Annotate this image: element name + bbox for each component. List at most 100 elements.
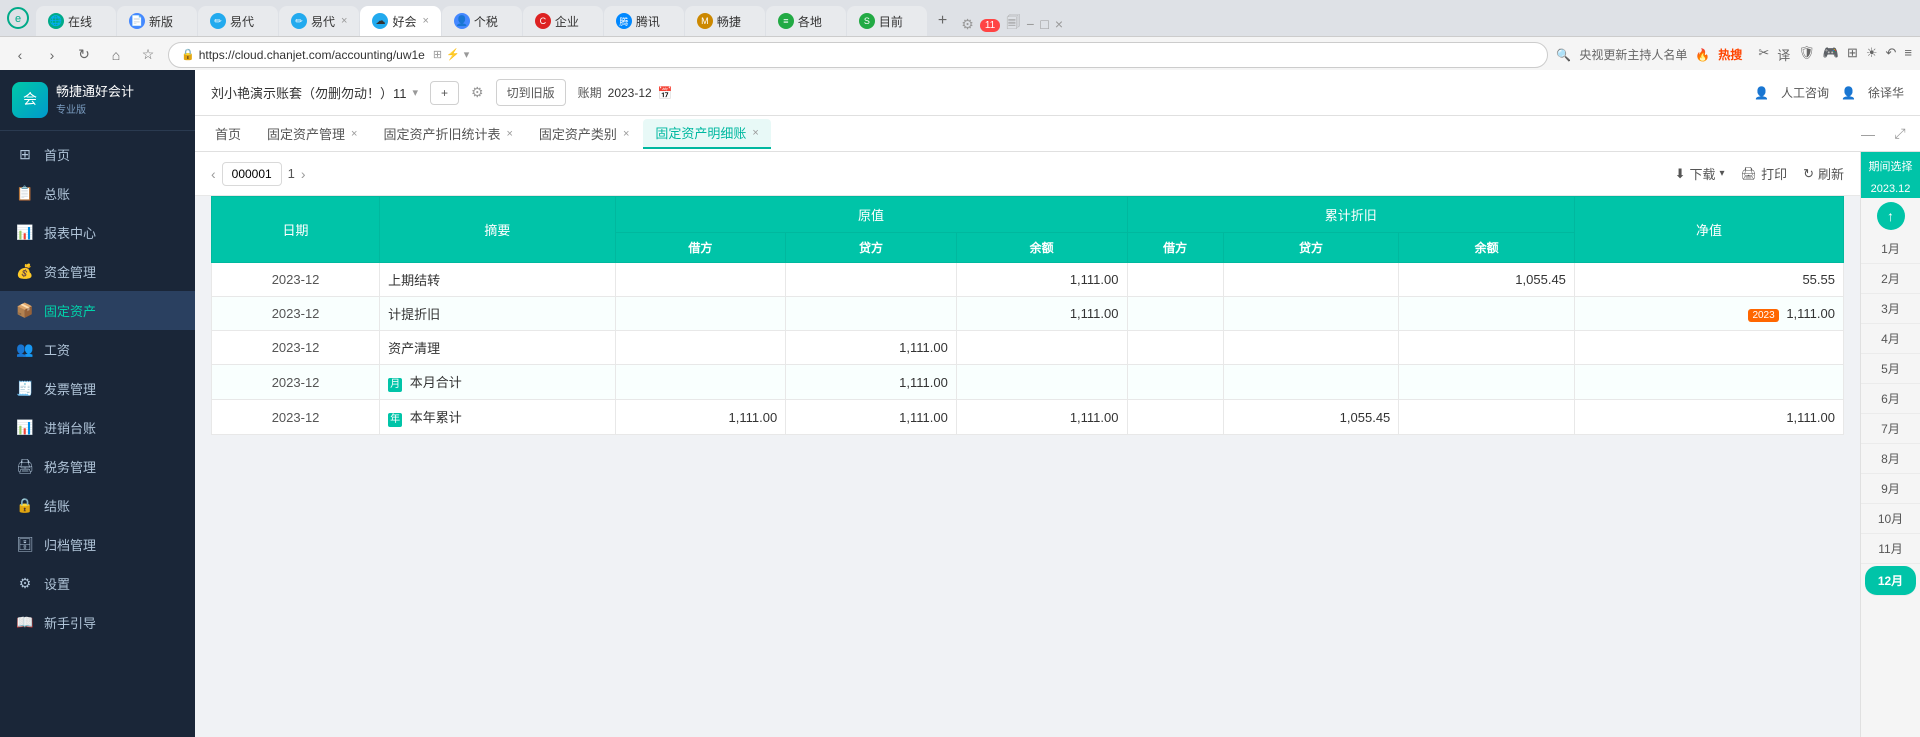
page-tab-close-category[interactable]: × [623,128,629,140]
dropdown-icon[interactable]: ▾ [464,48,470,61]
close-window-icon[interactable]: × [1055,16,1063,32]
sidebar-label-home: 首页 [44,145,70,164]
period-item-jul[interactable]: 7月 [1861,414,1920,444]
sidebar-item-general-ledger[interactable]: 📋 总账 [0,174,195,213]
tab-mubiao[interactable]: S 目前 [847,6,927,36]
game-icon[interactable]: 🎮 [1823,45,1839,64]
sidebar-item-guide[interactable]: 📖 新手引导 [0,603,195,642]
cell-accum-debit-2 [1127,331,1223,365]
forward-button[interactable]: › [40,43,64,67]
tab-label-gedi: 各地 [798,13,822,30]
period-up-button[interactable]: ↑ [1877,202,1905,230]
history-icon[interactable]: ↶ [1886,45,1897,64]
sidebar-item-closing[interactable]: 🔒 结账 [0,486,195,525]
sidebar-item-fund-mgmt[interactable]: 💰 资金管理 [0,252,195,291]
print-button[interactable]: 🖨 打印 [1741,164,1788,183]
help-icon[interactable]: 👤 [1754,86,1769,100]
tab-settings-icon[interactable]: ⚙ [961,16,974,33]
dropdown-company-icon[interactable]: ▾ [413,86,419,99]
tab-tencent[interactable]: 腾 腾讯 [604,6,684,36]
page-tab-category[interactable]: 固定资产类别 × [527,119,641,149]
period-item-mar[interactable]: 3月 [1861,294,1920,324]
period-item-oct[interactable]: 10月 [1861,504,1920,534]
tab-icon-yidai1: ✏ [210,13,226,29]
grid-icon[interactable]: ⊞ [1847,45,1858,64]
page-tab-detail-ledger[interactable]: 固定资产明细账 × [643,119,770,149]
extension-icon-2[interactable]: ⚡ [446,48,460,61]
sidebar-item-fixed-assets[interactable]: 📦 固定资产 [0,291,195,330]
page-tab-close-detail-ledger[interactable]: × [752,127,758,139]
more-icon[interactable]: ≡ [1904,45,1912,64]
next-page-button[interactable]: › [301,166,306,182]
tab-yidai1[interactable]: ✏ 易代 [198,6,278,36]
home-button[interactable]: ⌂ [104,43,128,67]
extension-icon-1[interactable]: ⊞ [433,48,442,61]
calendar-icon[interactable]: 📅 [658,86,673,100]
sidebar-item-payroll[interactable]: 👥 工资 [0,330,195,369]
minimize-panel-icon[interactable]: — [1856,122,1880,146]
period-item-dec[interactable]: 12月 [1865,566,1916,596]
sidebar-item-invoice-mgmt[interactable]: 🧾 发票管理 [0,369,195,408]
tab-haokuai[interactable]: ☁ 好会 × [360,6,440,36]
period-item-feb[interactable]: 2月 [1861,264,1920,294]
ledger-container: ‹ 1 › ⬇ 下载 ▾ 🖨 打印 [195,152,1920,737]
sidebar-item-tax-mgmt[interactable]: 🖨 税务管理 [0,447,195,486]
scissors-icon[interactable]: ✂ [1758,45,1769,64]
tab-close-haokuai[interactable]: × [422,15,428,27]
cell-orig-balance-4: 1,111.00 [956,400,1127,435]
tab-badge[interactable]: 11 [980,17,1000,31]
shield-icon[interactable]: 🛡 [1798,45,1815,64]
minimize-icon[interactable]: − [1026,16,1034,32]
tab-gedi[interactable]: ≡ 各地 [766,6,846,36]
prev-page-button[interactable]: ‹ [211,166,216,182]
maximize-icon[interactable]: □ [1040,16,1048,32]
refresh-button[interactable]: ↻ 刷新 [1803,164,1844,183]
new-tab-button[interactable]: + [928,6,957,36]
tab-close-yidai2[interactable]: × [341,15,347,27]
col-header-date: 日期 [212,197,380,263]
address-bar[interactable]: 🔒 https://cloud.chanjet.com/accounting/u… [168,42,1548,68]
tab-new-version[interactable]: 📄 新版 [117,6,197,36]
app-container: 会 畅捷通好会计 专业版 ⊞ 首页 📋 总账 📊 报表中心 💰 [0,70,1920,737]
tab-yidai2[interactable]: ✏ 易代 × [279,6,359,36]
period-item-aug[interactable]: 8月 [1861,444,1920,474]
settings-topbar-icon[interactable]: ⚙ [471,84,484,101]
tab-qiye[interactable]: C 企业 [523,6,603,36]
refresh-button[interactable]: ↻ [72,43,96,67]
bookmark-button[interactable]: ☆ [136,43,160,67]
period-item-apr[interactable]: 4月 [1861,324,1920,354]
restore-window-icon[interactable]: 🗐 [1006,12,1020,36]
page-tab-close-fixed-asset-mgmt[interactable]: × [351,128,357,140]
period-item-sep[interactable]: 9月 [1861,474,1920,504]
switch-old-version-button[interactable]: 切到旧版 [496,79,566,106]
back-button[interactable]: ‹ [8,43,32,67]
period-item-jan[interactable]: 1月 [1861,234,1920,264]
translate-icon[interactable]: 译 [1777,45,1790,64]
page-tab-depreciation[interactable]: 固定资产折旧统计表 × [371,119,524,149]
brightness-icon[interactable]: ☀ [1866,45,1878,64]
period-label: 账期 [578,84,602,101]
page-tab-close-depreciation[interactable]: × [506,128,512,140]
download-button[interactable]: ⬇ 下载 ▾ [1675,164,1725,183]
add-company-button[interactable]: + [430,81,459,105]
sidebar-item-archive[interactable]: 🗄 归档管理 [0,525,195,564]
cell-net-value-0: 55.55 [1574,263,1843,297]
user-avatar-icon[interactable]: 👤 [1841,86,1856,100]
page-code-input[interactable] [222,162,282,186]
tab-changjie[interactable]: M 畅捷 [685,6,765,36]
tab-geshui[interactable]: 👤 个税 [442,6,522,36]
sidebar-item-reports[interactable]: 📊 报表中心 [0,213,195,252]
help-label[interactable]: 人工咨询 [1781,84,1829,101]
sidebar-item-settings[interactable]: ⚙ 设置 [0,564,195,603]
maximize-panel-icon[interactable]: ⤢ [1888,122,1912,146]
period-item-jun[interactable]: 6月 [1861,384,1920,414]
page-tab-home[interactable]: 首页 [203,119,253,149]
period-item-may[interactable]: 5月 [1861,354,1920,384]
sidebar-logo: 会 畅捷通好会计 专业版 [0,70,195,131]
download-dropdown-icon: ▾ [1720,168,1725,179]
sidebar-item-purchase-sales[interactable]: 📊 进销台账 [0,408,195,447]
tab-online[interactable]: 🌐 在线 [36,6,116,36]
sidebar-item-home[interactable]: ⊞ 首页 [0,135,195,174]
period-item-nov[interactable]: 11月 [1861,534,1920,564]
page-tab-fixed-asset-mgmt[interactable]: 固定资产管理 × [255,119,369,149]
